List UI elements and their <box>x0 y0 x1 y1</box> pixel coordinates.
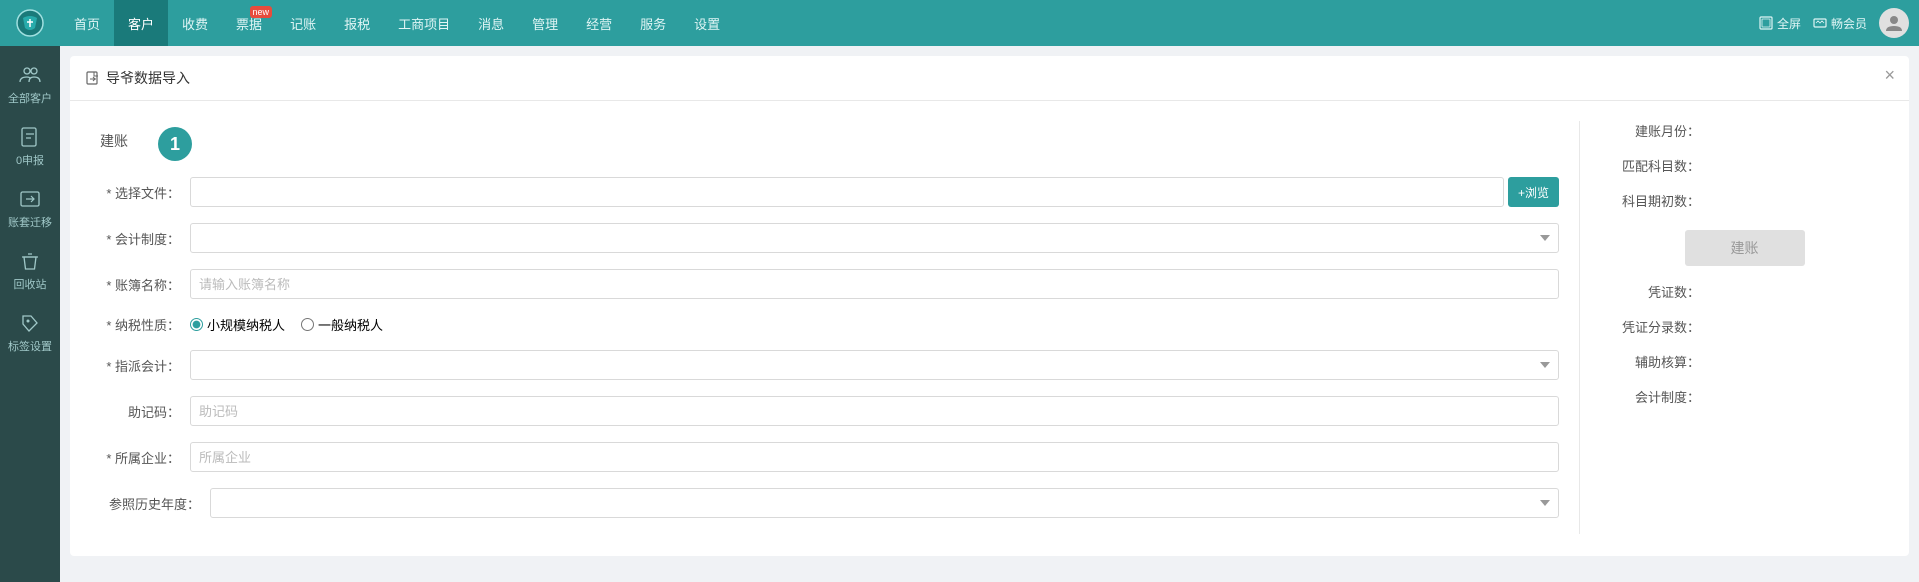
accounting-system-row: * 会计制度： <box>100 223 1559 253</box>
tax-nature-label: * 纳税性质： <box>100 315 180 334</box>
sidebar-item-recycle-bin[interactable]: 回收站 <box>2 242 58 300</box>
ledger-name-label: * 账簿名称： <box>100 275 180 294</box>
accounting-system-select[interactable] <box>190 223 1559 253</box>
dialog-card: 导爷数据导入 × 建账 1 * 选择文件： <box>70 56 1909 556</box>
tax-option2[interactable]: 一般纳税人 <box>301 315 383 334</box>
step-badge: 1 <box>158 127 192 161</box>
belonging-company-row: * 所属企业： <box>100 442 1559 472</box>
nav-item-invoice[interactable]: 票据 new <box>222 0 276 46</box>
nav-item-service[interactable]: 服务 <box>626 0 680 46</box>
sidebar-item-account-migration[interactable]: 账套迁移 <box>2 180 58 238</box>
accounting-system-label: * 会计制度： <box>100 229 180 248</box>
logo <box>10 3 50 43</box>
form-right: 建账月份： 匹配科目数： 科目期初数： 建账 <box>1579 121 1879 534</box>
ledger-name-input[interactable] <box>190 269 1559 299</box>
nav-item-home[interactable]: 首页 <box>60 0 114 46</box>
ledger-name-row: * 账簿名称： <box>100 269 1559 299</box>
sidebar-item-all-clients[interactable]: 全部客户 <box>2 56 58 114</box>
form-left: 建账 1 * 选择文件： +浏览 <box>100 121 1579 534</box>
sidebar-item-tag-settings[interactable]: 标签设置 <box>2 304 58 362</box>
tax-radio2[interactable] <box>301 318 314 331</box>
close-button[interactable]: × <box>1884 66 1895 84</box>
file-row: * 选择文件： +浏览 <box>100 177 1559 207</box>
memo-label: 助记码： <box>100 402 180 421</box>
nav-right-area: 全屏 畅会员 <box>1759 8 1909 38</box>
auxiliary-calc-label: 辅助核算： <box>1610 352 1700 371</box>
dialog-title: 导爷数据导入 <box>106 68 190 88</box>
content-area: 导爷数据导入 × 建账 1 * 选择文件： <box>60 46 1919 582</box>
browse-button[interactable]: +浏览 <box>1508 177 1559 207</box>
nav-item-settings[interactable]: 设置 <box>680 0 734 46</box>
main-layout: 全部客户 0申报 账套迁移 回收站 <box>0 46 1919 582</box>
import-icon <box>86 71 100 85</box>
new-badge: new <box>250 6 273 18</box>
build-month-label: 建账月份： <box>1610 121 1700 140</box>
assign-accountant-select[interactable] <box>190 350 1559 380</box>
tax-option1[interactable]: 小规模纳税人 <box>190 315 285 334</box>
file-input-group: +浏览 <box>190 177 1559 207</box>
sidebar: 全部客户 0申报 账套迁移 回收站 <box>0 46 60 582</box>
belonging-company-label: * 所属企业： <box>100 448 180 467</box>
voucher-count-label: 凭证数： <box>1610 282 1700 301</box>
right-accounting-system-row: 会计制度： <box>1610 387 1879 406</box>
tax-radio-group: 小规模纳税人 一般纳税人 <box>190 315 383 334</box>
tax-radio1[interactable] <box>190 318 203 331</box>
vip-button[interactable]: 畅会员 <box>1813 15 1867 32</box>
auxiliary-calc-row: 辅助核算： <box>1610 352 1879 371</box>
belonging-company-input[interactable] <box>190 442 1559 472</box>
subject-init-balance-label: 科目期初数： <box>1610 191 1700 210</box>
build-button[interactable]: 建账 <box>1685 230 1805 266</box>
nav-item-tax[interactable]: 报税 <box>330 0 384 46</box>
top-navigation: 首页 客户 收费 票据 new 记账 报税 工商项目 消息 管理 经营 服务 设… <box>0 0 1919 46</box>
assign-accountant-row: * 指派会计： <box>100 350 1559 380</box>
voucher-entry-count-label: 凭证分录数： <box>1610 317 1700 336</box>
nav-item-message[interactable]: 消息 <box>464 0 518 46</box>
nav-item-bookkeeping[interactable]: 记账 <box>276 0 330 46</box>
tax-nature-row: * 纳税性质： 小规模纳税人 一般纳税人 <box>100 315 1559 334</box>
form-layout: 建账 1 * 选择文件： +浏览 <box>100 121 1879 534</box>
right-accounting-system-label: 会计制度： <box>1610 387 1700 406</box>
subject-init-balance-row: 科目期初数： <box>1610 191 1879 210</box>
reference-year-select[interactable] <box>210 488 1559 518</box>
dialog-header: 导爷数据导入 <box>70 56 1909 101</box>
memo-row: 助记码： <box>100 396 1559 426</box>
dialog-body: 建账 1 * 选择文件： +浏览 <box>70 101 1909 554</box>
sidebar-item-zero-declaration[interactable]: 0申报 <box>2 118 58 176</box>
fullscreen-button[interactable]: 全屏 <box>1759 15 1801 32</box>
file-label: * 选择文件： <box>100 183 180 202</box>
memo-input[interactable] <box>190 396 1559 426</box>
nav-item-client[interactable]: 客户 <box>114 0 168 46</box>
file-input[interactable] <box>190 177 1504 207</box>
assign-accountant-label: * 指派会计： <box>100 356 180 375</box>
step-label: 建账 <box>100 131 128 151</box>
user-avatar[interactable] <box>1879 8 1909 38</box>
nav-item-business-project[interactable]: 工商项目 <box>384 0 464 46</box>
step-section: 建账 1 <box>100 121 1559 161</box>
match-subjects-row: 匹配科目数： <box>1610 156 1879 175</box>
build-month-row: 建账月份： <box>1610 121 1879 140</box>
reference-year-row: 参照历史年度： <box>100 488 1559 518</box>
nav-item-operations[interactable]: 经营 <box>572 0 626 46</box>
nav-item-charge[interactable]: 收费 <box>168 0 222 46</box>
match-subjects-label: 匹配科目数： <box>1610 156 1700 175</box>
reference-year-label: 参照历史年度： <box>100 494 200 513</box>
voucher-count-row: 凭证数： <box>1610 282 1879 301</box>
nav-item-manage[interactable]: 管理 <box>518 0 572 46</box>
voucher-entry-count-row: 凭证分录数： <box>1610 317 1879 336</box>
